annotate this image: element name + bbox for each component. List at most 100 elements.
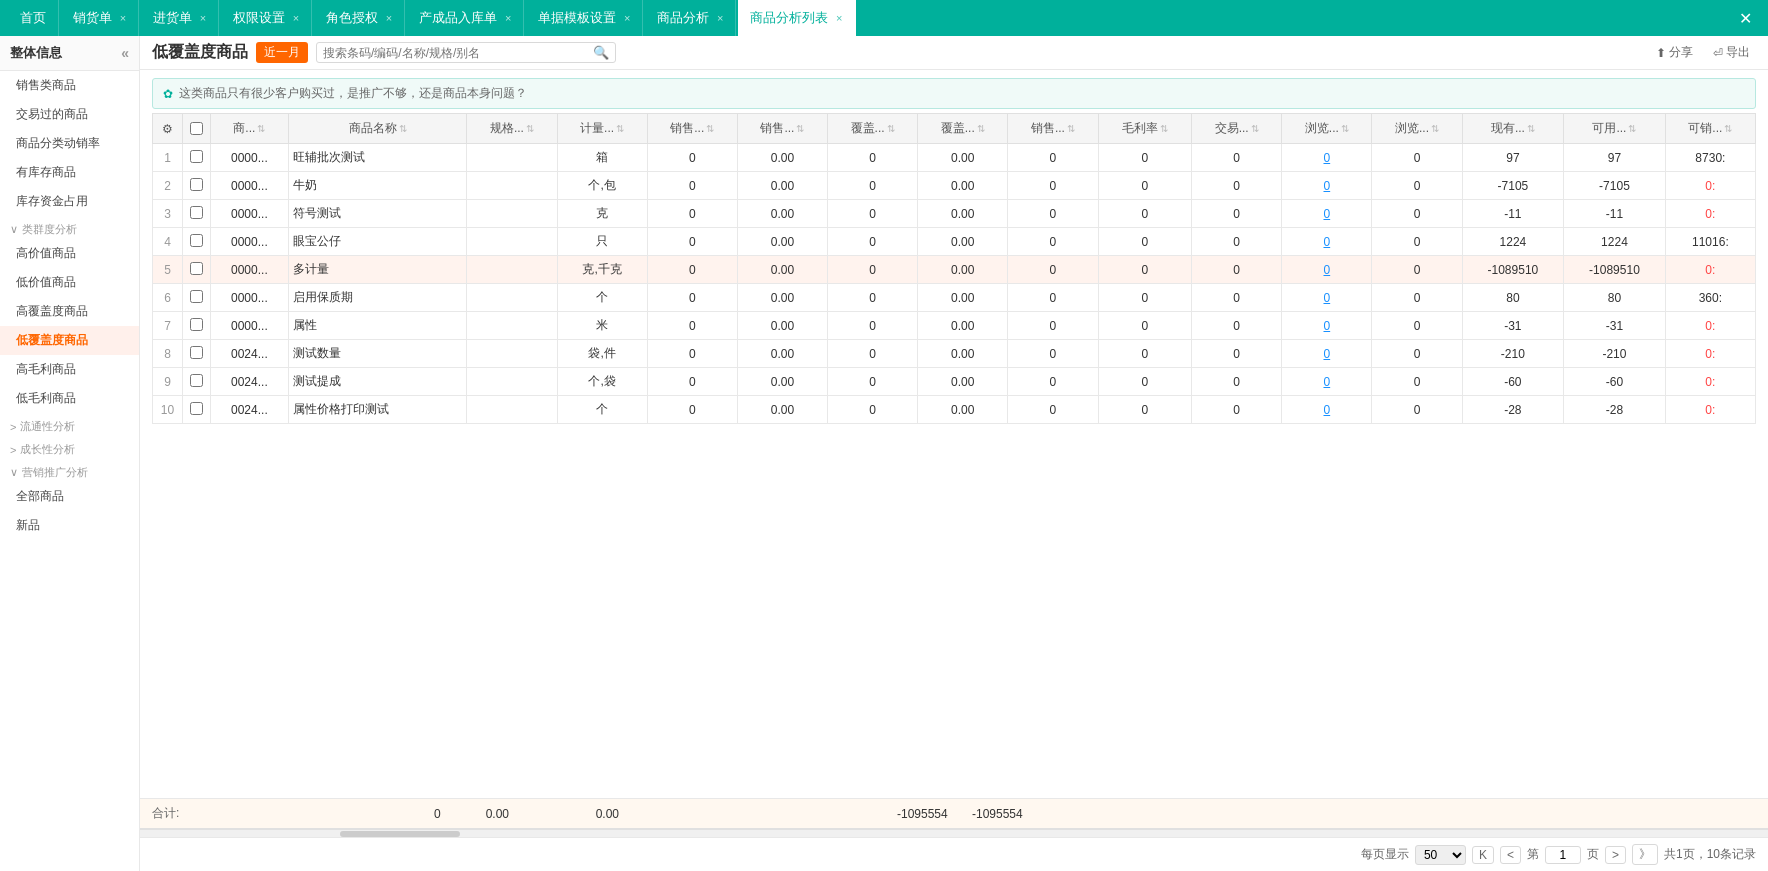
close-window-button[interactable]: ✕ bbox=[1731, 9, 1760, 28]
nav-role-auth[interactable]: 角色授权 × bbox=[314, 0, 405, 36]
browse1-column-header[interactable]: 浏览... ⇅ bbox=[1282, 114, 1372, 144]
prev-page-button[interactable]: < bbox=[1500, 846, 1521, 864]
settings-column-header[interactable]: ⚙ bbox=[153, 114, 183, 144]
row-checkbox[interactable] bbox=[183, 312, 211, 340]
select-all-checkbox[interactable] bbox=[190, 122, 203, 135]
sidebar-item-sales-goods[interactable]: 销售类商品 bbox=[0, 71, 139, 100]
nav-permission-settings[interactable]: 权限设置 × bbox=[221, 0, 312, 36]
row-browse2: 0 bbox=[1372, 172, 1462, 200]
sidebar-item-low-value[interactable]: 低价值商品 bbox=[0, 268, 139, 297]
close-doc-template-icon[interactable]: × bbox=[624, 12, 630, 24]
export-button[interactable]: ⏎ 导出 bbox=[1707, 42, 1756, 63]
row-checkbox[interactable] bbox=[183, 228, 211, 256]
row-browse1[interactable]: 0 bbox=[1282, 172, 1372, 200]
time-filter-button[interactable]: 近一月 bbox=[256, 42, 308, 63]
close-permission-icon[interactable]: × bbox=[293, 12, 299, 24]
next-page-button[interactable]: > bbox=[1605, 846, 1626, 864]
row-browse1[interactable]: 0 bbox=[1282, 144, 1372, 172]
current-column-header[interactable]: 现有... ⇅ bbox=[1462, 114, 1564, 144]
row-checkbox[interactable] bbox=[183, 284, 211, 312]
code-column-header[interactable]: 商... ⇅ bbox=[211, 114, 289, 144]
sidebar-item-low-margin[interactable]: 低毛利商品 bbox=[0, 384, 139, 413]
cov1-column-header[interactable]: 覆盖... ⇅ bbox=[828, 114, 918, 144]
sidebar-item-high-coverage[interactable]: 高覆盖度商品 bbox=[0, 297, 139, 326]
row-spec bbox=[467, 228, 557, 256]
close-product-analysis-icon[interactable]: × bbox=[717, 12, 723, 24]
sidebar-group-liquidity[interactable]: > 流通性分析 bbox=[0, 413, 139, 436]
content-area: 低覆盖度商品 近一月 🔍 ⬆ 分享 ⏎ 导出 ✿ 这类商品只有很少客户购买过，是… bbox=[140, 36, 1768, 871]
sidebar-item-category-rate[interactable]: 商品分类动销率 bbox=[0, 129, 139, 158]
unit-column-header[interactable]: 计量... ⇅ bbox=[557, 114, 647, 144]
gross-margin-column-header[interactable]: 毛利率 ⇅ bbox=[1098, 114, 1192, 144]
sidebar-group-marketing[interactable]: ∨ 营销推广分析 bbox=[0, 459, 139, 482]
close-role-auth-icon[interactable]: × bbox=[386, 12, 392, 24]
row-browse1[interactable]: 0 bbox=[1282, 340, 1372, 368]
page-number-input[interactable] bbox=[1545, 846, 1581, 864]
row-browse1[interactable]: 0 bbox=[1282, 368, 1372, 396]
close-product-warehouse-icon[interactable]: × bbox=[505, 12, 511, 24]
search-input[interactable] bbox=[323, 46, 589, 60]
row-name: 眼宝公仔 bbox=[288, 228, 467, 256]
sidebar-item-high-margin[interactable]: 高毛利商品 bbox=[0, 355, 139, 384]
sidebar-item-stock-fund[interactable]: 库存资金占用 bbox=[0, 187, 139, 216]
nav-sales-order[interactable]: 销货单 × bbox=[61, 0, 139, 36]
row-checkbox[interactable] bbox=[183, 396, 211, 424]
sales3-column-header[interactable]: 销售... ⇅ bbox=[1008, 114, 1098, 144]
collapse-arrow-icon: ∨ bbox=[10, 223, 18, 236]
cov2-column-header[interactable]: 覆盖... ⇅ bbox=[918, 114, 1008, 144]
sidebar-item-in-stock[interactable]: 有库存商品 bbox=[0, 158, 139, 187]
row-checkbox[interactable] bbox=[183, 340, 211, 368]
row-cov2: 0.00 bbox=[918, 396, 1008, 424]
row-checkbox[interactable] bbox=[183, 200, 211, 228]
sidebar-collapse-button[interactable]: « bbox=[121, 45, 129, 61]
row-number: 5 bbox=[153, 256, 183, 284]
close-analysis-list-icon[interactable]: × bbox=[836, 12, 842, 24]
sidebar-item-new-goods[interactable]: 新品 bbox=[0, 511, 139, 540]
sidebar-item-high-value[interactable]: 高价值商品 bbox=[0, 239, 139, 268]
horizontal-scrollbar[interactable] bbox=[140, 829, 1768, 837]
close-sales-order-icon[interactable]: × bbox=[120, 12, 126, 24]
nav-product-analysis-list[interactable]: 商品分析列表 × bbox=[738, 0, 855, 36]
sidebar-item-low-coverage[interactable]: 低覆盖度商品 bbox=[0, 326, 139, 355]
sidebar-group-growth[interactable]: > 成长性分析 bbox=[0, 436, 139, 459]
data-table: ⚙ 商... ⇅ 商品名称 ⇅ 规格... ⇅ 计量... ⇅ 销售... ⇅ … bbox=[152, 113, 1756, 424]
nav-product-analysis[interactable]: 商品分析 × bbox=[645, 0, 736, 36]
row-browse1[interactable]: 0 bbox=[1282, 284, 1372, 312]
share-button[interactable]: ⬆ 分享 bbox=[1650, 42, 1699, 63]
row-checkbox[interactable] bbox=[183, 368, 211, 396]
last-page-button[interactable]: 》 bbox=[1632, 844, 1658, 865]
spec-column-header[interactable]: 规格... ⇅ bbox=[467, 114, 557, 144]
name-column-header[interactable]: 商品名称 ⇅ bbox=[288, 114, 467, 144]
row-checkbox[interactable] bbox=[183, 144, 211, 172]
nav-product-warehouse[interactable]: 产成品入库单 × bbox=[407, 0, 524, 36]
per-page-select[interactable]: 50 100 200 bbox=[1415, 845, 1466, 865]
sales-qty-column-header[interactable]: 销售... ⇅ bbox=[647, 114, 737, 144]
row-browse1[interactable]: 0 bbox=[1282, 256, 1372, 284]
row-browse1[interactable]: 0 bbox=[1282, 228, 1372, 256]
nav-home[interactable]: 首页 bbox=[8, 0, 59, 36]
row-transaction: 0 bbox=[1192, 284, 1282, 312]
checkbox-column-header[interactable] bbox=[183, 114, 211, 144]
row-cov1: 0 bbox=[828, 340, 918, 368]
row-browse1[interactable]: 0 bbox=[1282, 312, 1372, 340]
row-checkbox[interactable] bbox=[183, 256, 211, 284]
main-layout: 整体信息 « 销售类商品 交易过的商品 商品分类动销率 有库存商品 库存资金占用… bbox=[0, 36, 1768, 871]
nav-purchase-order[interactable]: 进货单 × bbox=[141, 0, 219, 36]
first-page-button[interactable]: K bbox=[1472, 846, 1494, 864]
available-column-header[interactable]: 可用... ⇅ bbox=[1564, 114, 1666, 144]
transaction-column-header[interactable]: 交易... ⇅ bbox=[1192, 114, 1282, 144]
saleable-column-header[interactable]: 可销... ⇅ bbox=[1665, 114, 1755, 144]
nav-doc-template[interactable]: 单据模板设置 × bbox=[526, 0, 643, 36]
row-available: 1224 bbox=[1564, 228, 1666, 256]
row-spec bbox=[467, 256, 557, 284]
row-checkbox[interactable] bbox=[183, 172, 211, 200]
browse2-column-header[interactable]: 浏览... ⇅ bbox=[1372, 114, 1462, 144]
sales-amt-column-header[interactable]: 销售... ⇅ bbox=[737, 114, 827, 144]
sidebar-item-all-goods[interactable]: 全部商品 bbox=[0, 482, 139, 511]
data-table-container[interactable]: ⚙ 商... ⇅ 商品名称 ⇅ 规格... ⇅ 计量... ⇅ 销售... ⇅ … bbox=[152, 113, 1756, 798]
sidebar-group-value-analysis[interactable]: ∨ 类群度分析 bbox=[0, 216, 139, 239]
row-browse1[interactable]: 0 bbox=[1282, 200, 1372, 228]
close-purchase-order-icon[interactable]: × bbox=[200, 12, 206, 24]
row-browse1[interactable]: 0 bbox=[1282, 396, 1372, 424]
sidebar-item-traded-goods[interactable]: 交易过的商品 bbox=[0, 100, 139, 129]
